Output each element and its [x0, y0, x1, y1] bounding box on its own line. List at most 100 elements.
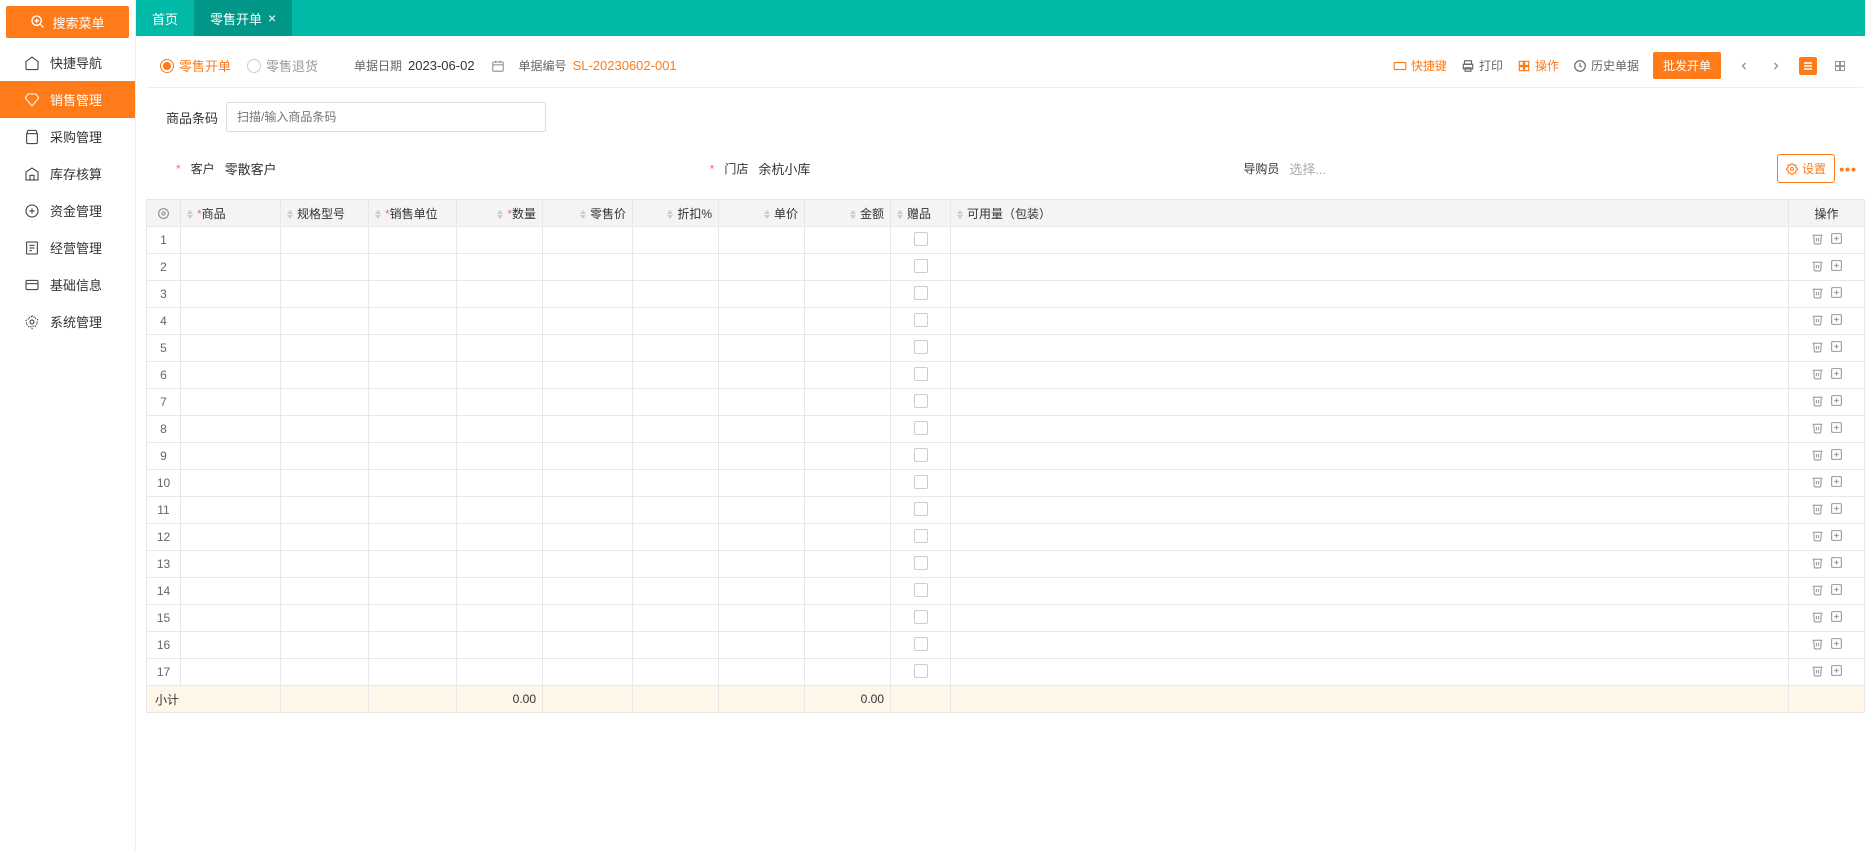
next-button[interactable]: [1767, 57, 1785, 75]
delete-icon[interactable]: [1811, 529, 1824, 542]
cell-gift[interactable]: [891, 308, 951, 335]
cell-spec[interactable]: [281, 470, 369, 497]
add-row-icon[interactable]: [1830, 556, 1843, 569]
cell-amount[interactable]: [805, 659, 891, 686]
add-row-icon[interactable]: [1830, 664, 1843, 677]
cell-amount[interactable]: [805, 389, 891, 416]
cell-spec[interactable]: [281, 632, 369, 659]
table-row[interactable]: 12: [147, 524, 1865, 551]
cell-unit[interactable]: [369, 335, 457, 362]
view-grid-button[interactable]: [1831, 57, 1849, 75]
cell-amount[interactable]: [805, 632, 891, 659]
table-row[interactable]: 17: [147, 659, 1865, 686]
amount-header[interactable]: 金额: [805, 200, 891, 227]
cell-retail[interactable]: [543, 632, 633, 659]
cell-qty[interactable]: [457, 362, 543, 389]
cell-spec[interactable]: [281, 281, 369, 308]
available-header[interactable]: 可用量（包装）: [951, 200, 1789, 227]
cell-gift[interactable]: [891, 551, 951, 578]
cell-price[interactable]: [719, 524, 805, 551]
cell-spec[interactable]: [281, 335, 369, 362]
cell-product[interactable]: [181, 281, 281, 308]
cell-qty[interactable]: [457, 524, 543, 551]
cell-retail[interactable]: [543, 308, 633, 335]
radio-retail-order[interactable]: 零售开单: [160, 56, 231, 75]
cell-qty[interactable]: [457, 443, 543, 470]
store-field[interactable]: * 门店 余杭小库 •••: [710, 159, 1204, 178]
cell-retail[interactable]: [543, 227, 633, 254]
cell-discount[interactable]: [633, 659, 719, 686]
cell-unit[interactable]: [369, 659, 457, 686]
cell-spec[interactable]: [281, 227, 369, 254]
checkbox-icon[interactable]: [914, 475, 928, 489]
cell-unit[interactable]: [369, 281, 457, 308]
checkbox-icon[interactable]: [914, 529, 928, 543]
price-header[interactable]: 单价: [719, 200, 805, 227]
cell-retail[interactable]: [543, 551, 633, 578]
cell-unit[interactable]: [369, 632, 457, 659]
cell-price[interactable]: [719, 308, 805, 335]
cell-amount[interactable]: [805, 551, 891, 578]
cell-amount[interactable]: [805, 254, 891, 281]
cell-price[interactable]: [719, 281, 805, 308]
cell-qty[interactable]: [457, 605, 543, 632]
cell-gift[interactable]: [891, 416, 951, 443]
cell-discount[interactable]: [633, 281, 719, 308]
cell-unit[interactable]: [369, 227, 457, 254]
retail-header[interactable]: 零售价: [543, 200, 633, 227]
product-header[interactable]: *商品: [181, 200, 281, 227]
add-row-icon[interactable]: [1830, 637, 1843, 650]
cell-gift[interactable]: [891, 281, 951, 308]
checkbox-icon[interactable]: [914, 583, 928, 597]
nav-quick[interactable]: 快捷导航: [0, 44, 135, 81]
cell-gift[interactable]: [891, 254, 951, 281]
table-row[interactable]: 8: [147, 416, 1865, 443]
cell-retail[interactable]: [543, 281, 633, 308]
shortcut-button[interactable]: 快捷键: [1393, 57, 1447, 74]
doc-date-value[interactable]: 2023-06-02: [408, 58, 475, 73]
cell-unit[interactable]: [369, 470, 457, 497]
customer-field[interactable]: * 客户 零散客户 •••: [176, 159, 670, 178]
cell-gift[interactable]: [891, 389, 951, 416]
operate-button[interactable]: 操作: [1517, 57, 1559, 74]
tab-retail-order[interactable]: 零售开单 ×: [194, 0, 292, 36]
nav-inventory[interactable]: 库存核算: [0, 155, 135, 192]
cell-spec[interactable]: [281, 659, 369, 686]
cell-unit[interactable]: [369, 362, 457, 389]
cell-unit[interactable]: [369, 443, 457, 470]
delete-icon[interactable]: [1811, 448, 1824, 461]
cell-product[interactable]: [181, 497, 281, 524]
delete-icon[interactable]: [1811, 610, 1824, 623]
cell-spec[interactable]: [281, 551, 369, 578]
cell-discount[interactable]: [633, 524, 719, 551]
cell-qty[interactable]: [457, 578, 543, 605]
cell-discount[interactable]: [633, 470, 719, 497]
cell-unit[interactable]: [369, 551, 457, 578]
checkbox-icon[interactable]: [914, 637, 928, 651]
gear-column-header[interactable]: [147, 200, 181, 227]
cell-gift[interactable]: [891, 227, 951, 254]
add-row-icon[interactable]: [1830, 475, 1843, 488]
cell-gift[interactable]: [891, 605, 951, 632]
cell-retail[interactable]: [543, 470, 633, 497]
nav-system[interactable]: 系统管理: [0, 303, 135, 340]
delete-icon[interactable]: [1811, 313, 1824, 326]
delete-icon[interactable]: [1811, 421, 1824, 434]
cell-discount[interactable]: [633, 605, 719, 632]
add-row-icon[interactable]: [1830, 583, 1843, 596]
nav-purchase[interactable]: 采购管理: [0, 118, 135, 155]
cell-spec[interactable]: [281, 524, 369, 551]
cell-qty[interactable]: [457, 632, 543, 659]
cell-price[interactable]: [719, 443, 805, 470]
cell-unit[interactable]: [369, 254, 457, 281]
add-row-icon[interactable]: [1830, 232, 1843, 245]
cell-price[interactable]: [719, 254, 805, 281]
cell-product[interactable]: [181, 362, 281, 389]
cell-spec[interactable]: [281, 389, 369, 416]
cell-qty[interactable]: [457, 416, 543, 443]
cell-product[interactable]: [181, 524, 281, 551]
checkbox-icon[interactable]: [914, 286, 928, 300]
cell-discount[interactable]: [633, 443, 719, 470]
cell-spec[interactable]: [281, 308, 369, 335]
cell-spec[interactable]: [281, 416, 369, 443]
